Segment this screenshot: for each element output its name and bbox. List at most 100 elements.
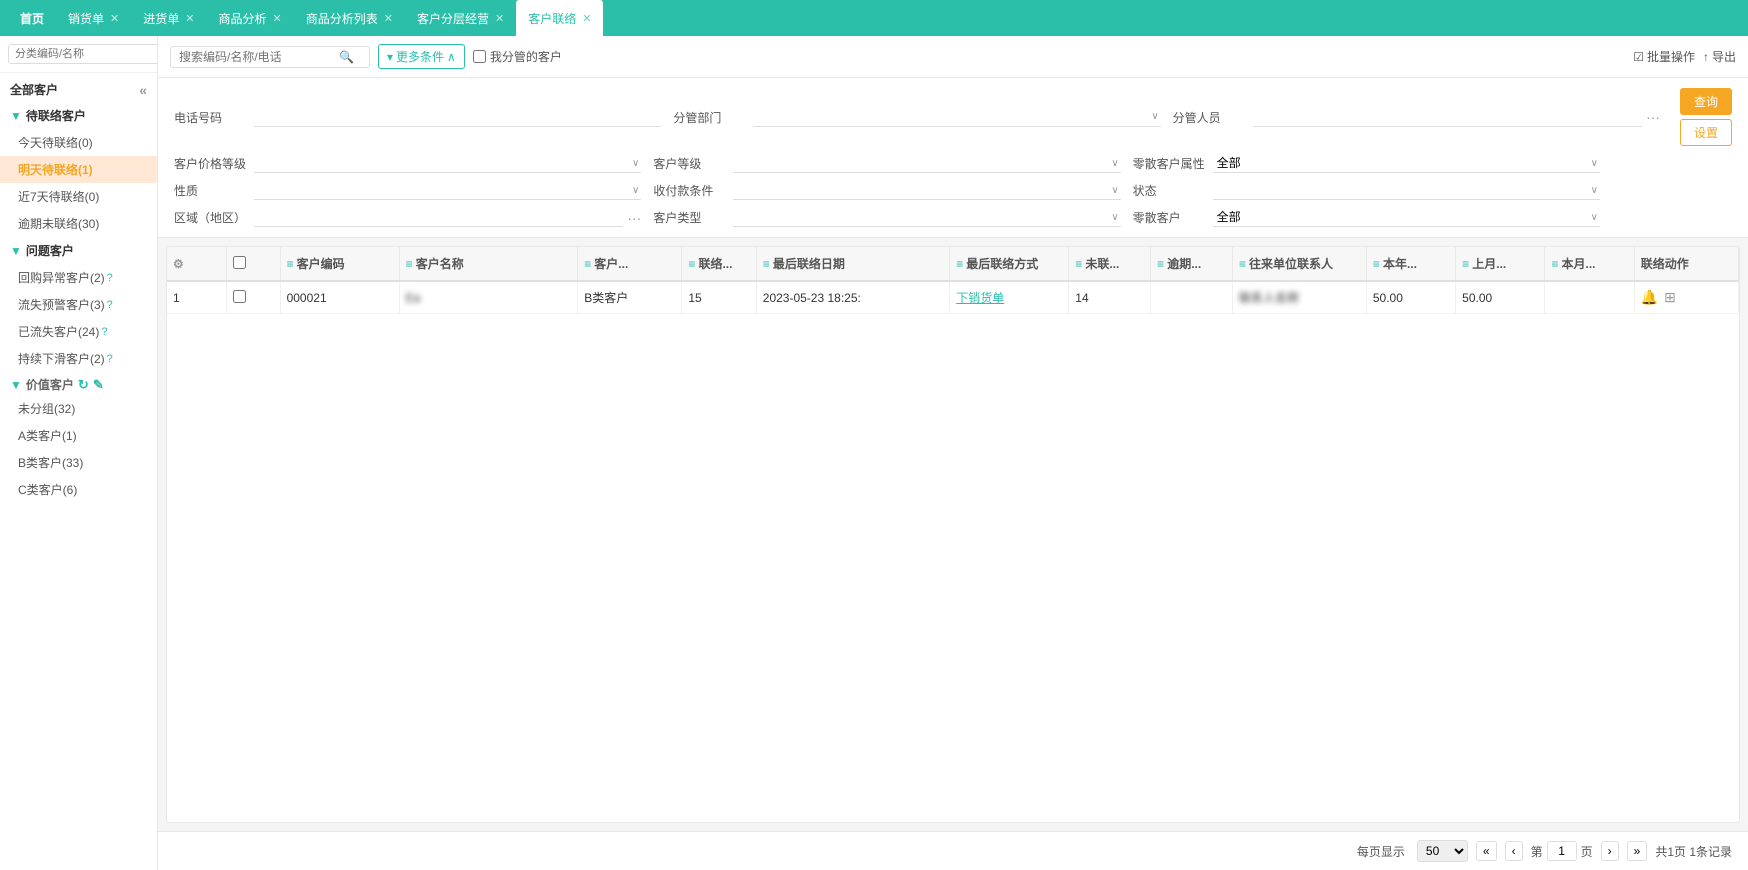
select-all-checkbox[interactable] [233, 256, 246, 269]
sidebar-problem-group[interactable]: ▼ 问题客户 [0, 237, 157, 264]
refresh-icon[interactable]: ↻ [78, 377, 89, 393]
col-last-contact-date[interactable]: ≡ 最后联络日期 [756, 247, 949, 281]
filter-status-select[interactable] [1213, 181, 1600, 199]
export-btn[interactable]: ↑ 导出 [1703, 48, 1736, 65]
filter-phone-input[interactable] [254, 108, 661, 127]
col-customer-code[interactable]: ≡ 客户编码 [280, 247, 399, 281]
col-customer-type[interactable]: ≡ 客户... [578, 247, 682, 281]
sidebar-item-repurchase-abnormal[interactable]: 回购异常客户(2) ? [0, 264, 157, 291]
sidebar-item-churn-warning[interactable]: 流失预警客户(3) ? [0, 291, 157, 318]
filter-customer-type-select[interactable] [733, 208, 1120, 226]
cell-code: 000021 [280, 281, 399, 314]
col-uncontact-days[interactable]: ≡ 未联... [1069, 247, 1151, 281]
prev-page-btn[interactable]: ‹ [1505, 841, 1523, 861]
filter-retail-attr-wrap: 全部 ∨ [1213, 154, 1600, 173]
filter-nature-select[interactable] [254, 181, 641, 199]
filter-nature-wrap: ∨ [254, 181, 641, 200]
row-checkbox[interactable] [233, 290, 246, 303]
filter-icon: ▾ [387, 50, 393, 64]
pagination: 每页显示 10 20 50 100 « ‹ 第 页 › » 共1页 1条记录 [158, 831, 1748, 870]
sidebar-item-class-a[interactable]: A类客户(1) [0, 422, 157, 449]
sidebar-item-7days-contact[interactable]: 近7天待联络(0) [0, 183, 157, 210]
close-icon[interactable]: ✕ [582, 12, 591, 25]
page-input[interactable] [1547, 841, 1577, 861]
last-page-btn[interactable]: » [1627, 841, 1648, 861]
sidebar-pending-group[interactable]: ▼ 待联络客户 [0, 102, 157, 129]
first-page-btn[interactable]: « [1476, 841, 1497, 861]
cell-this-month-amount [1545, 281, 1634, 314]
per-page-label: 每页显示 [1357, 843, 1405, 860]
filter-row-4: 区域（地区） ··· 客户类型 ∨ 零散客户 全部 [174, 208, 1732, 227]
filter-retail-customer-wrap: 全部 ∨ [1213, 208, 1600, 227]
detail-action-icon[interactable]: ⊞ [1664, 289, 1676, 306]
per-page-select[interactable]: 10 20 50 100 [1417, 840, 1468, 862]
filter-retail-customer-select[interactable]: 全部 [1213, 208, 1600, 226]
main-search-input[interactable] [179, 50, 339, 64]
cell-last-method[interactable]: 下销货单 [950, 281, 1069, 314]
filter-dept-select[interactable] [753, 108, 1160, 126]
filter-customer-type-label: 客户类型 [653, 209, 733, 226]
nav-purchase-order[interactable]: 进货单 ✕ [131, 0, 206, 36]
cell-checkbox[interactable] [227, 281, 281, 314]
filter-dept-label: 分管部门 [673, 109, 753, 126]
col-last-contact-method[interactable]: ≡ 最后联络方式 [950, 247, 1069, 281]
sidebar-item-class-c[interactable]: C类客户(6) [0, 476, 157, 503]
edit-icon[interactable]: ✎ [93, 377, 104, 393]
settings-btn[interactable]: 设置 [1680, 119, 1732, 146]
nav-home[interactable]: 首页 [8, 0, 56, 36]
nav-sales-order[interactable]: 销货单 ✕ [56, 0, 131, 36]
col-checkbox[interactable] [227, 247, 281, 281]
search-icon[interactable]: 🔍 [339, 50, 354, 64]
close-icon[interactable]: ✕ [495, 12, 504, 25]
nav-product-analysis-list[interactable]: 商品分析列表 ✕ [294, 0, 405, 36]
next-page-btn[interactable]: › [1601, 841, 1619, 861]
col-customer-name[interactable]: ≡ 客户名称 [399, 247, 578, 281]
filter-region-dots[interactable]: ··· [627, 210, 641, 226]
sidebar-item-overdue-contact[interactable]: 逾期未联络(30) [0, 210, 157, 237]
sidebar-item-today-contact[interactable]: 今天待联络(0) [0, 129, 157, 156]
sidebar-search-input[interactable] [8, 44, 158, 64]
filter-payment: 收付款条件 ∨ [653, 181, 1120, 200]
help-icon: ? [107, 299, 113, 311]
sort-icon: ≡ [1075, 257, 1082, 271]
cell-contacts: 15 [682, 281, 756, 314]
collapse-icon[interactable]: « [139, 82, 147, 98]
batch-op-btn[interactable]: ☑ 批量操作 [1633, 48, 1695, 65]
query-btn[interactable]: 查询 [1680, 88, 1732, 115]
col-contacts-count[interactable]: ≡ 联络... [682, 247, 756, 281]
col-overdue-days[interactable]: ≡ 逾期... [1151, 247, 1233, 281]
sidebar-item-tomorrow-contact[interactable]: 明天待联络(1) [0, 156, 157, 183]
settings-icon[interactable]: ⚙ [173, 257, 184, 271]
filter-person-input[interactable] [1253, 108, 1642, 127]
total-info: 共1页 1条记录 [1655, 843, 1732, 860]
close-icon[interactable]: ✕ [384, 12, 393, 25]
col-this-month-amount[interactable]: ≡ 本月... [1545, 247, 1634, 281]
filter-price-level-select[interactable] [254, 154, 641, 172]
contact-action-icon[interactable]: 🔔 [1641, 289, 1658, 306]
col-contact-person[interactable]: ≡ 往来单位联系人 [1232, 247, 1366, 281]
col-gear[interactable]: ⚙ [167, 247, 227, 281]
filter-retail-attr-select[interactable]: 全部 [1213, 154, 1600, 172]
sidebar-item-ungrouped[interactable]: 未分组(32) [0, 395, 157, 422]
last-method-link[interactable]: 下销货单 [956, 291, 1004, 305]
sidebar-item-churned[interactable]: 已流失客户(24) ? [0, 318, 157, 345]
nav-product-analysis[interactable]: 商品分析 ✕ [206, 0, 293, 36]
my-customers-checkbox[interactable] [473, 50, 486, 63]
close-icon[interactable]: ✕ [185, 12, 194, 25]
sort-icon: ≡ [1239, 257, 1246, 271]
close-icon[interactable]: ✕ [110, 12, 119, 25]
filter-more-btn[interactable]: ▾ 更多条件 ∧ [378, 44, 465, 69]
filter-person-dots[interactable]: ··· [1646, 109, 1660, 125]
my-customers-checkbox-wrap[interactable]: 我分管的客户 [473, 48, 562, 65]
close-icon[interactable]: ✕ [273, 12, 282, 25]
filter-payment-select[interactable] [733, 181, 1120, 199]
filter-region-input[interactable] [254, 208, 623, 227]
sidebar-item-declining[interactable]: 持续下滑客户(2) ? [0, 345, 157, 372]
nav-customer-tier[interactable]: 客户分层经营 ✕ [405, 0, 516, 36]
filter-customer-level-select[interactable] [733, 154, 1120, 172]
nav-customer-contact[interactable]: 客户联络 ✕ [516, 0, 603, 36]
all-customers-title[interactable]: 全部客户 « [0, 73, 157, 102]
col-last-month-amount[interactable]: ≡ 上月... [1456, 247, 1545, 281]
sidebar-item-class-b[interactable]: B类客户(33) [0, 449, 157, 476]
col-year-amount[interactable]: ≡ 本年... [1366, 247, 1455, 281]
